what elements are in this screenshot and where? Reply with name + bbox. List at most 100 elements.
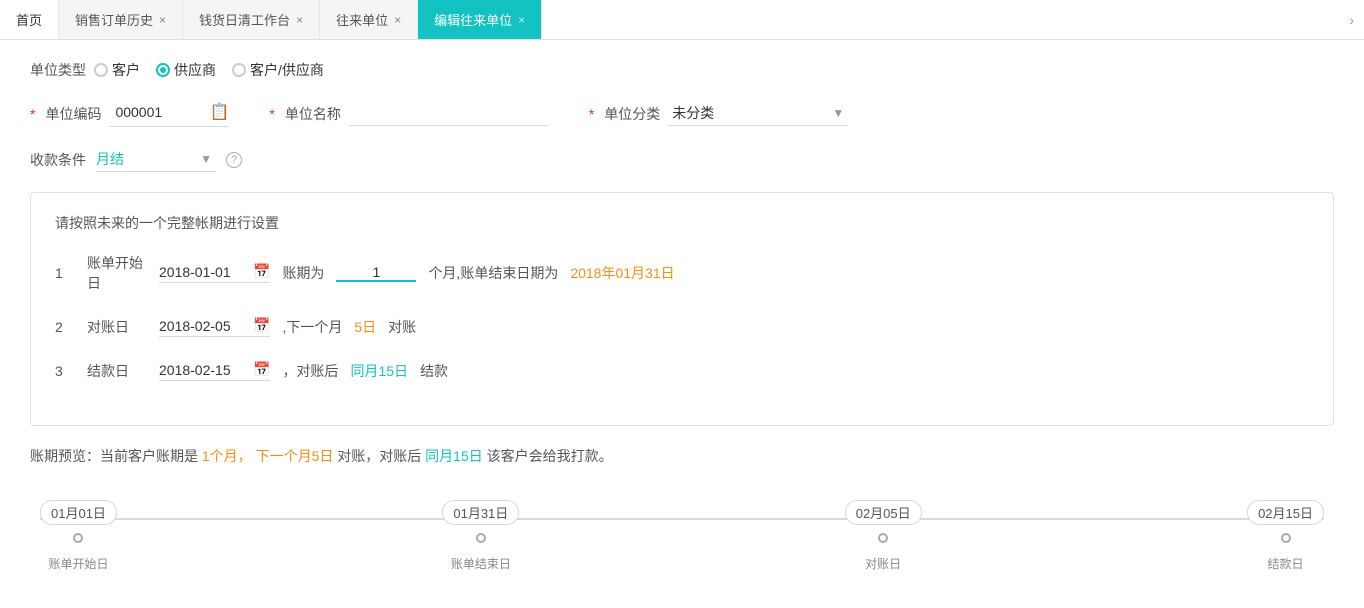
unit-code-field-container: 📋 [109,100,229,127]
unit-name-label: 单位名称 [285,104,341,124]
payment-dropdown-icon: ▼ [200,152,212,166]
row-label-1: 账单开始日 [87,253,147,293]
tab-cash-work-close[interactable]: × [296,13,303,27]
unit-category-value: 未分类 [672,103,826,123]
account-end-date: 2018年01月31日 [570,263,674,283]
tab-home-label: 首页 [16,10,42,29]
timeline-label-3: 02月15日 [1247,500,1324,525]
timeline-node-2: 02月05日 对账日 [845,500,922,572]
unit-code-input[interactable] [109,100,209,124]
row-label-2: 对账日 [87,317,147,337]
tab-cash-work-label: 钱货日清工作台 [199,10,290,29]
timeline-node-3: 02月15日 结款日 [1247,500,1324,572]
unit-code-group: * 单位编码 📋 [30,100,229,127]
reconcile-date-input[interactable] [159,318,249,334]
row-num-1: 1 [55,265,75,281]
timeline-nodes: 01月01日 账单开始日 01月31日 账单结束日 02月05日 对账日 02月… [40,500,1324,572]
tab-edit-partner[interactable]: 编辑往来单位 × [418,0,542,39]
radio-customer-supplier-circle [232,63,246,77]
radio-group: 客户 供应商 客户/供应商 [94,60,324,80]
row-label-3: 结款日 [87,361,147,381]
tab-sales-history[interactable]: 销售订单历史 × [59,0,183,39]
radio-customer[interactable]: 客户 [94,60,140,80]
main-content: 单位类型 客户 供应商 客户/供应商 * 单位编码 [0,40,1364,608]
period-input[interactable] [336,264,416,282]
timeline-desc-1: 账单结束日 [451,555,511,572]
timeline-node-1: 01月31日 账单结束日 [442,500,519,572]
tab-partner[interactable]: 往来单位 × [320,0,418,39]
timeline-desc-0: 账单开始日 [48,555,108,572]
timeline-node-0: 01月01日 账单开始日 [40,500,117,572]
tab-partner-label: 往来单位 [336,10,388,29]
unit-code-label: 单位编码 [45,104,101,124]
payment-date-input-group: 📅 [159,361,270,381]
timeline-dot-3 [1281,533,1291,543]
payment-date-cal-icon[interactable]: 📅 [253,361,270,378]
tab-home[interactable]: 首页 [0,0,59,39]
payment-date-input[interactable] [159,362,249,378]
reconcile-highlight: 5日 [354,317,376,337]
timeline-container: 01月01日 账单开始日 01月31日 账单结束日 02月05日 对账日 02月… [30,500,1334,572]
unit-type-label: 单位类型 [30,60,86,80]
timeline-dot-2 [878,533,888,543]
start-date-input-group: 📅 [159,263,270,283]
unit-name-input[interactable]: 河南供应商22 [349,101,549,126]
setting-row-2: 2 对账日 📅 ,下一个月5日 对账 [55,317,1309,337]
preview-months: 1个月， [202,448,252,464]
row-num-3: 3 [55,363,75,379]
unit-code-star: * [30,106,35,122]
tab-partner-close[interactable]: × [394,13,401,27]
payment-suffix: 结款 [420,361,448,381]
preview-label: 账期预览：当前客户账期是 [30,448,198,464]
settings-title: 请按照未来的一个完整帐期进行设置 [55,213,1309,233]
reconcile-prefix: ,下一个月 [282,317,342,337]
preview-text: 账期预览：当前客户账期是 1个月， 下一个月5日 对账，对账后 同月15日 该客… [30,446,1334,476]
row-num-2: 2 [55,319,75,335]
period-month-label: 个月,账单结束日期为 [428,263,558,283]
payment-row: 收款条件 月结 ▼ ? [30,147,1334,172]
timeline-desc-3: 结款日 [1268,555,1304,572]
radio-customer-supplier-label: 客户/供应商 [250,60,324,80]
setting-row-3: 3 结款日 📅 ，对账后 同月15日 结款 [55,361,1309,381]
unit-category-select[interactable]: 未分类 ▼ [668,101,848,126]
timeline-label-1: 01月31日 [442,500,519,525]
tab-sales-history-close[interactable]: × [159,13,166,27]
reconcile-date-cal-icon[interactable]: 📅 [253,317,270,334]
tab-cash-work[interactable]: 钱货日清工作台 × [183,0,320,39]
code-name-row: * 单位编码 📋 * 单位名称 河南供应商22 * 单位分类 未分类 ▼ [30,100,1334,127]
unit-category-group: * 单位分类 未分类 ▼ [589,101,848,126]
start-date-cal-icon[interactable]: 📅 [253,263,270,280]
tab-sales-history-label: 销售订单历史 [75,10,153,29]
timeline-label-2: 02月05日 [845,500,922,525]
start-date-input[interactable] [159,264,249,280]
radio-supplier-label: 供应商 [174,60,216,80]
period-for-label: 账期为 [282,263,324,283]
timeline-desc-2: 对账日 [865,555,901,572]
tab-edit-partner-close[interactable]: × [518,13,525,27]
reconcile-date-input-group: 📅 [159,317,270,337]
payment-help-icon[interactable]: ? [226,152,242,168]
setting-row-1: 1 账单开始日 📅 账期为 个月,账单结束日期为 2018年01月31日 [55,253,1309,293]
radio-supplier[interactable]: 供应商 [156,60,216,80]
unit-name-group: * 单位名称 河南供应商22 [269,101,548,126]
unit-code-copy-icon[interactable]: 📋 [209,102,229,122]
payment-label: 收款条件 [30,150,86,170]
preview-reconcile-day: 下一个月5日 [256,448,334,464]
settings-box: 请按照未来的一个完整帐期进行设置 1 账单开始日 📅 账期为 个月,账单结束日期… [30,192,1334,426]
payment-after-label: ，对账后 [282,361,338,381]
timeline-dot-0 [73,533,83,543]
unit-type-group: 单位类型 客户 供应商 客户/供应商 [30,60,324,80]
unit-category-label: 单位分类 [604,104,660,124]
radio-customer-supplier[interactable]: 客户/供应商 [232,60,324,80]
radio-customer-circle [94,63,108,77]
payment-select[interactable]: 月结 ▼ [96,147,216,172]
timeline-dot-1 [476,533,486,543]
tab-edit-partner-label: 编辑往来单位 [434,10,512,29]
preview-payment-day: 同月15日 [425,448,483,464]
payment-value: 月结 [96,149,200,169]
preview-mid: 对账，对账后 [337,448,421,464]
tab-bar-arrow[interactable]: › [1339,0,1364,39]
payment-day-highlight: 同月15日 [350,361,408,381]
preview-end: 该客户会给我打款。 [487,448,613,464]
timeline-label-0: 01月01日 [40,500,117,525]
